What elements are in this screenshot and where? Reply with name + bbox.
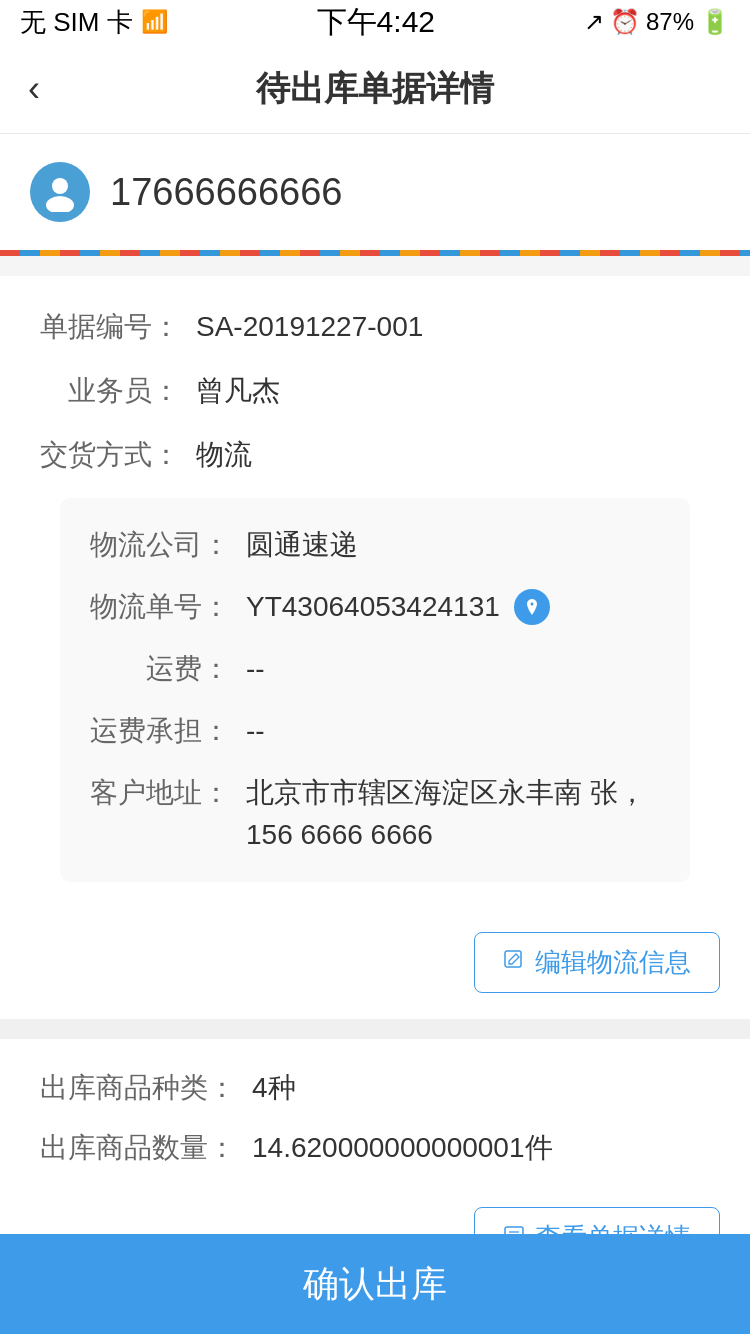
status-time: 下午4:42 [317, 2, 435, 43]
goods-section: 出库商品种类： 4种 出库商品数量： 14.620000000000001件 [0, 1039, 750, 1197]
nav-bar: ‹ 待出库单据详情 [0, 44, 750, 134]
page-title: 待出库单据详情 [256, 66, 494, 112]
user-avatar-icon [40, 172, 80, 212]
edit-logistics-label: 编辑物流信息 [535, 945, 691, 980]
document-number-label: 单据编号： [40, 306, 180, 348]
goods-quantity-label: 出库商品数量： [40, 1129, 236, 1167]
confirm-button-label: 确认出库 [303, 1260, 447, 1309]
logistics-company-row: 物流公司： 圆通速递 [90, 524, 660, 566]
dashed-divider [0, 250, 750, 256]
tracking-value: YT43064053424131 [246, 586, 660, 628]
freight-bearer-label: 运费承担： [90, 710, 230, 752]
alarm-icon: ⏰ [610, 8, 640, 36]
svg-rect-2 [505, 951, 521, 967]
delivery-method-label: 交货方式： [40, 434, 180, 476]
goods-types-row: 出库商品种类： 4种 [40, 1069, 710, 1107]
salesman-row: 业务员： 曾凡杰 [40, 370, 710, 412]
status-bar: 无 SIM 卡 📶 下午4:42 ↗ ⏰ 87% 🔋 [0, 0, 750, 44]
freight-value: -- [246, 648, 660, 690]
edit-logistics-button[interactable]: 编辑物流信息 [474, 932, 720, 993]
edit-button-area: 编辑物流信息 [0, 912, 750, 1019]
logistics-company-value: 圆通速递 [246, 524, 660, 566]
salesman-value: 曾凡杰 [196, 370, 710, 412]
edit-icon [503, 947, 525, 978]
svg-point-0 [52, 178, 68, 194]
freight-bearer-row: 运费承担： -- [90, 710, 660, 752]
battery-percentage: 87% [646, 8, 694, 36]
tracking-label: 物流单号： [90, 586, 230, 628]
confirm-button[interactable]: 确认出库 [0, 1234, 750, 1334]
freight-bearer-value: -- [246, 710, 660, 752]
logistics-card: 物流公司： 圆通速递 物流单号： YT43064053424131 运费： -- [60, 498, 690, 882]
tracking-number-text: YT43064053424131 [246, 586, 500, 628]
document-number-row: 单据编号： SA-20191227-001 [40, 306, 710, 348]
address-row: 客户地址： 北京市市辖区海淀区永丰南 张，156 6666 6666 [90, 772, 660, 856]
status-left: 无 SIM 卡 📶 [20, 5, 168, 40]
order-info-section: 单据编号： SA-20191227-001 业务员： 曾凡杰 交货方式： 物流 … [0, 276, 750, 912]
customer-phone: 17666666666 [110, 171, 342, 214]
logistics-company-label: 物流公司： [90, 524, 230, 566]
wifi-icon: 📶 [141, 9, 168, 35]
address-value: 北京市市辖区海淀区永丰南 张，156 6666 6666 [246, 772, 660, 856]
goods-quantity-row: 出库商品数量： 14.620000000000001件 [40, 1129, 710, 1167]
back-button[interactable]: ‹ [28, 68, 40, 110]
carrier-text: 无 SIM 卡 [20, 5, 133, 40]
goods-types-label: 出库商品种类： [40, 1069, 236, 1107]
location-service-icon: ↗ [584, 8, 604, 36]
freight-label: 运费： [90, 648, 230, 690]
delivery-method-row: 交货方式： 物流 [40, 434, 710, 476]
avatar [30, 162, 90, 222]
battery-icon: 🔋 [700, 8, 730, 36]
goods-types-value: 4种 [252, 1069, 710, 1107]
tracking-number-row: 物流单号： YT43064053424131 [90, 586, 660, 628]
svg-point-1 [46, 196, 74, 212]
delivery-method-value: 物流 [196, 434, 710, 476]
map-pin-icon[interactable] [514, 589, 550, 625]
goods-quantity-value: 14.620000000000001件 [252, 1129, 710, 1167]
status-right: ↗ ⏰ 87% 🔋 [584, 8, 730, 36]
address-label: 客户地址： [90, 772, 230, 814]
document-number-value: SA-20191227-001 [196, 306, 710, 348]
freight-row: 运费： -- [90, 648, 660, 690]
salesman-label: 业务员： [40, 370, 180, 412]
section-divider [0, 1019, 750, 1039]
customer-section: 17666666666 [0, 134, 750, 250]
